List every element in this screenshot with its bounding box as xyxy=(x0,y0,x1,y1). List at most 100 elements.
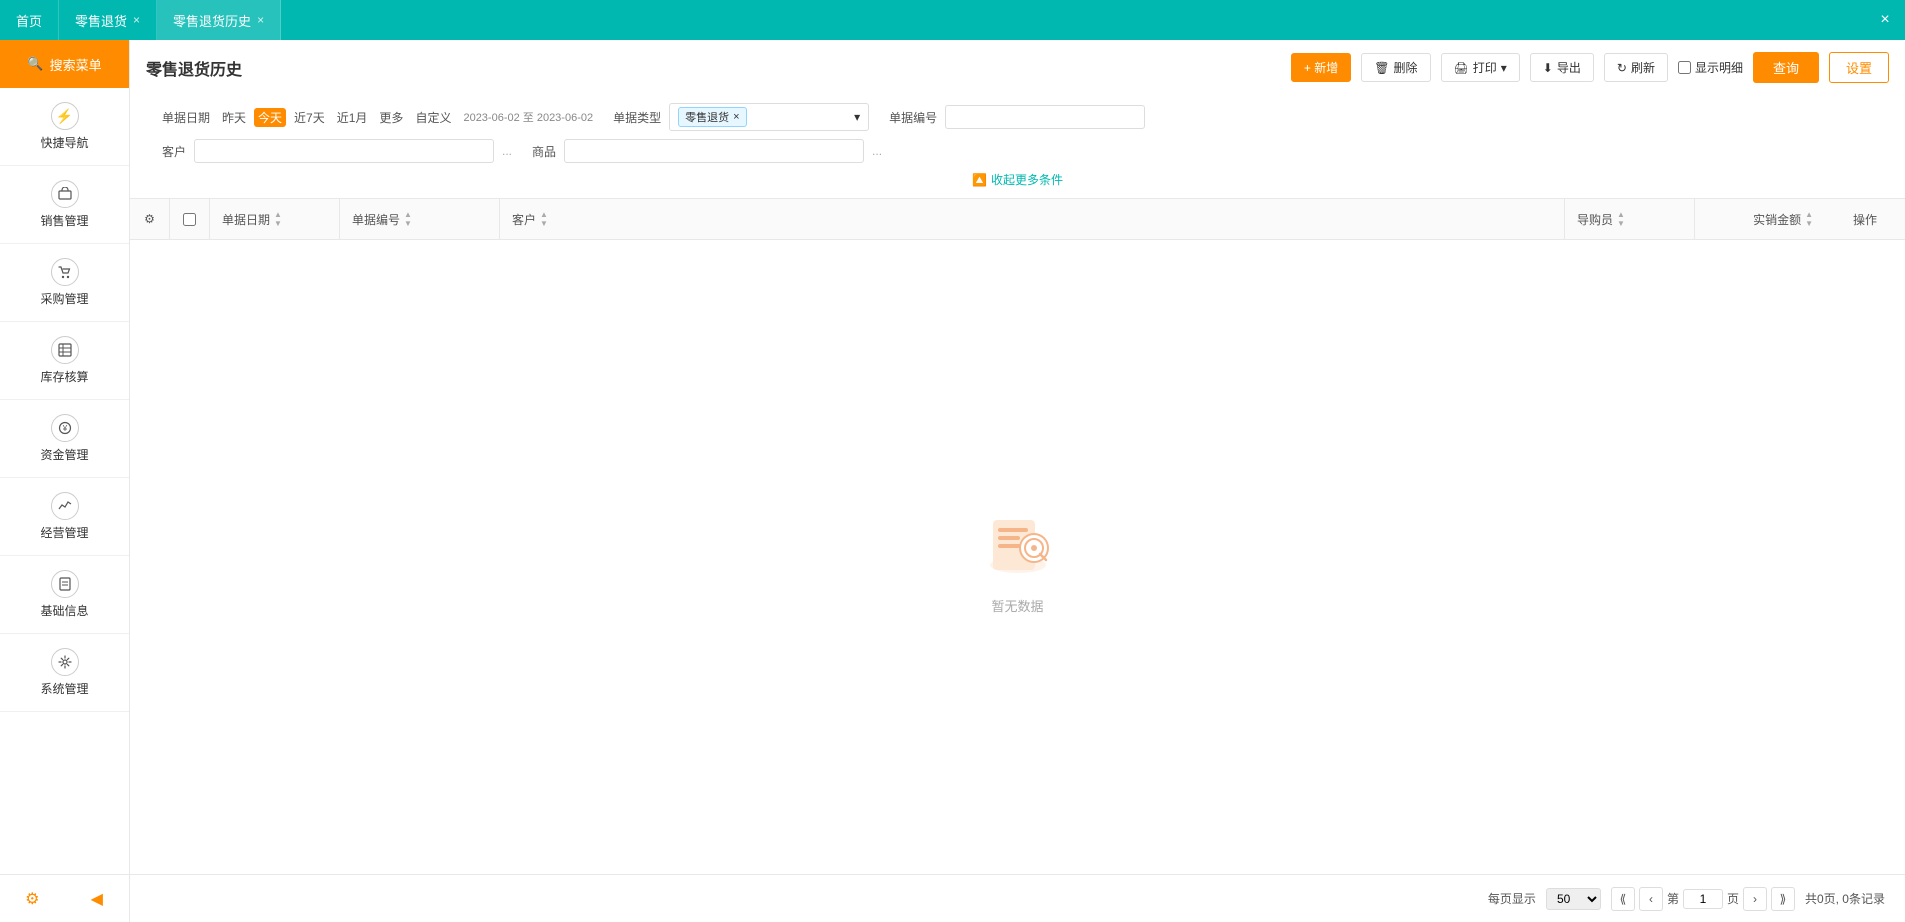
sort-arrows-amount: ▲ ▼ xyxy=(1805,211,1813,228)
export-button[interactable]: ⬇ 导出 xyxy=(1530,53,1594,82)
sidebar-item-label: 系统管理 xyxy=(40,680,88,697)
customer-input[interactable] xyxy=(194,139,494,163)
delete-icon: 🗑 xyxy=(1374,61,1389,75)
th-settings[interactable]: ⚙ xyxy=(130,199,170,239)
collapse-button[interactable]: 🔼 收起更多条件 xyxy=(972,171,1063,188)
new-button[interactable]: + 新增 xyxy=(1291,53,1351,82)
select-all-checkbox[interactable] xyxy=(183,213,196,226)
table-header: ⚙ 单据日期 ▲ ▼ 单据编号 ▲ ▼ xyxy=(130,199,1905,240)
sort-arrows-number: ▲ ▼ xyxy=(404,211,412,228)
date-btn-custom[interactable]: 自定义 xyxy=(411,108,455,127)
th-number[interactable]: 单据编号 ▲ ▼ xyxy=(340,199,500,239)
collapse-sidebar-button[interactable]: ◀ xyxy=(81,883,113,915)
sidebar-nav: ⚡ 快捷导航 销售管理 采购管理 库存核算 xyxy=(0,88,129,874)
setting-button[interactable]: 设置 xyxy=(1829,52,1889,83)
show-detail-checkbox[interactable]: 显示明细 xyxy=(1678,59,1743,76)
type-filter: 单据类型 零售退货 × ▾ xyxy=(613,103,869,131)
sidebar-item-basic-info[interactable]: 基础信息 xyxy=(0,556,129,634)
search-icon: 🔍 xyxy=(27,56,43,72)
sidebar-item-label: 基础信息 xyxy=(40,602,88,619)
show-detail-input[interactable] xyxy=(1678,61,1691,74)
th-action: 操作 xyxy=(1825,199,1905,239)
toolbar: + 新增 🗑 删除 🖨 打印 ▾ ⬇ 导出 ↻ xyxy=(1291,52,1889,83)
next-page-button[interactable]: › xyxy=(1743,887,1767,911)
sidebar-item-label: 经营管理 xyxy=(40,524,88,541)
sidebar-search-label: 搜索菜单 xyxy=(50,55,102,74)
date-range-display: 2023-06-02 至 2023-06-02 xyxy=(463,109,593,125)
date-btn-more[interactable]: 更多 xyxy=(375,108,407,127)
th-amount[interactable]: 实销金额 ▲ ▼ xyxy=(1695,199,1825,239)
print-dropdown-icon: ▾ xyxy=(1501,61,1507,75)
date-btn-1month[interactable]: 近1月 xyxy=(333,108,372,127)
date-btn-yesterday[interactable]: 昨天 xyxy=(218,108,250,127)
refresh-button[interactable]: ↻ 刷新 xyxy=(1604,53,1668,82)
sort-arrows-guide: ▲ ▼ xyxy=(1617,211,1625,228)
th-customer[interactable]: 客户 ▲ ▼ xyxy=(500,199,1565,239)
top-bar: 首页 零售退货 × 零售退货历史 × × xyxy=(0,0,1905,40)
column-settings-icon[interactable]: ⚙ xyxy=(144,212,155,226)
pagination-bar: 每页显示 50 10 20 100 ⟪ ‹ 第 页 › ⟫ 共0页, 0条记录 xyxy=(130,874,1905,922)
close-icon[interactable]: × xyxy=(257,13,264,27)
prev-page-button[interactable]: ‹ xyxy=(1639,887,1663,911)
main-layout: 🔍 搜索菜单 ⚡ 快捷导航 销售管理 采购管理 xyxy=(0,40,1905,922)
th-customer-label: 客户 xyxy=(512,211,536,228)
tab-retail-return[interactable]: 零售退货 × xyxy=(59,0,157,40)
first-page-button[interactable]: ⟪ xyxy=(1611,887,1635,911)
tab-retail-return-history-label: 零售退货历史 xyxy=(173,11,251,30)
type-select[interactable]: 零售退货 × ▾ xyxy=(669,103,869,131)
customer-filter: 客户 ... xyxy=(162,139,512,163)
th-guide-label: 导购员 xyxy=(1577,211,1613,228)
basic-info-icon xyxy=(51,570,79,598)
tag-close-icon[interactable]: × xyxy=(733,111,739,123)
filter-row-2: 客户 ... 商品 ... xyxy=(162,139,1873,163)
close-icon[interactable]: × xyxy=(133,13,140,27)
sort-arrows-customer: ▲ ▼ xyxy=(540,211,548,228)
settings-icon-button[interactable]: ⚙ xyxy=(16,883,48,915)
sidebar-item-system[interactable]: 系统管理 xyxy=(0,634,129,712)
customer-ellipsis: ... xyxy=(502,144,512,158)
tab-home-label: 首页 xyxy=(16,11,42,30)
date-btn-7days[interactable]: 近7天 xyxy=(290,108,329,127)
type-tag: 零售退货 × xyxy=(678,107,746,127)
number-input[interactable] xyxy=(945,105,1145,129)
page-number-input[interactable] xyxy=(1683,889,1723,909)
last-page-button[interactable]: ⟫ xyxy=(1771,887,1795,911)
page-header: 零售退货历史 + 新增 🗑 删除 🖨 打印 ▾ ⬇ 导出 xyxy=(130,40,1905,199)
collapse-label: 收起更多条件 xyxy=(991,171,1063,188)
page-nav: ⟪ ‹ 第 页 › ⟫ xyxy=(1611,887,1795,911)
sidebar-item-operation[interactable]: 经营管理 xyxy=(0,478,129,556)
sidebar-search[interactable]: 🔍 搜索菜单 xyxy=(0,40,129,88)
tab-retail-return-label: 零售退货 xyxy=(75,11,127,30)
th-checkbox[interactable] xyxy=(170,199,210,239)
th-date[interactable]: 单据日期 ▲ ▼ xyxy=(210,199,340,239)
sidebar-item-label: 销售管理 xyxy=(40,212,88,229)
goods-filter-label: 商品 xyxy=(532,143,556,160)
filter-row-1: 单据日期 昨天 今天 近7天 近1月 更多 自定义 2023-06-02 至 2… xyxy=(162,103,1873,131)
delete-button[interactable]: 🗑 删除 xyxy=(1361,53,1430,82)
sidebar-item-inventory[interactable]: 库存核算 xyxy=(0,322,129,400)
sidebar-item-purchase[interactable]: 采购管理 xyxy=(0,244,129,322)
sidebar-item-sales[interactable]: 销售管理 xyxy=(0,166,129,244)
print-button[interactable]: 🖨 打印 ▾ xyxy=(1441,53,1520,82)
number-filter: 单据编号 xyxy=(889,105,1145,129)
tab-retail-return-history[interactable]: 零售退货历史 × xyxy=(157,0,281,40)
sort-arrows-date: ▲ ▼ xyxy=(274,211,282,228)
empty-state: 暂无数据 xyxy=(130,240,1905,874)
goods-input[interactable] xyxy=(564,139,864,163)
quick-nav-icon: ⚡ xyxy=(51,102,79,130)
query-button[interactable]: 查询 xyxy=(1753,52,1819,83)
th-guide[interactable]: 导购员 ▲ ▼ xyxy=(1565,199,1695,239)
table-area: ⚙ 单据日期 ▲ ▼ 单据编号 ▲ ▼ xyxy=(130,199,1905,922)
sidebar-item-label: 快捷导航 xyxy=(40,134,88,151)
page-size-select[interactable]: 50 10 20 100 xyxy=(1546,888,1601,910)
window-close-button[interactable]: × xyxy=(1865,0,1905,40)
sidebar-item-finance[interactable]: ¥ 资金管理 xyxy=(0,400,129,478)
tab-bar: 首页 零售退货 × 零售退货历史 × xyxy=(0,0,1865,40)
sidebar-item-label: 资金管理 xyxy=(40,446,88,463)
operation-icon xyxy=(51,492,79,520)
inventory-icon xyxy=(51,336,79,364)
content-area: 零售退货历史 + 新增 🗑 删除 🖨 打印 ▾ ⬇ 导出 xyxy=(130,40,1905,922)
sidebar-item-quick-nav[interactable]: ⚡ 快捷导航 xyxy=(0,88,129,166)
date-btn-today[interactable]: 今天 xyxy=(254,108,286,127)
tab-home[interactable]: 首页 xyxy=(0,0,59,40)
